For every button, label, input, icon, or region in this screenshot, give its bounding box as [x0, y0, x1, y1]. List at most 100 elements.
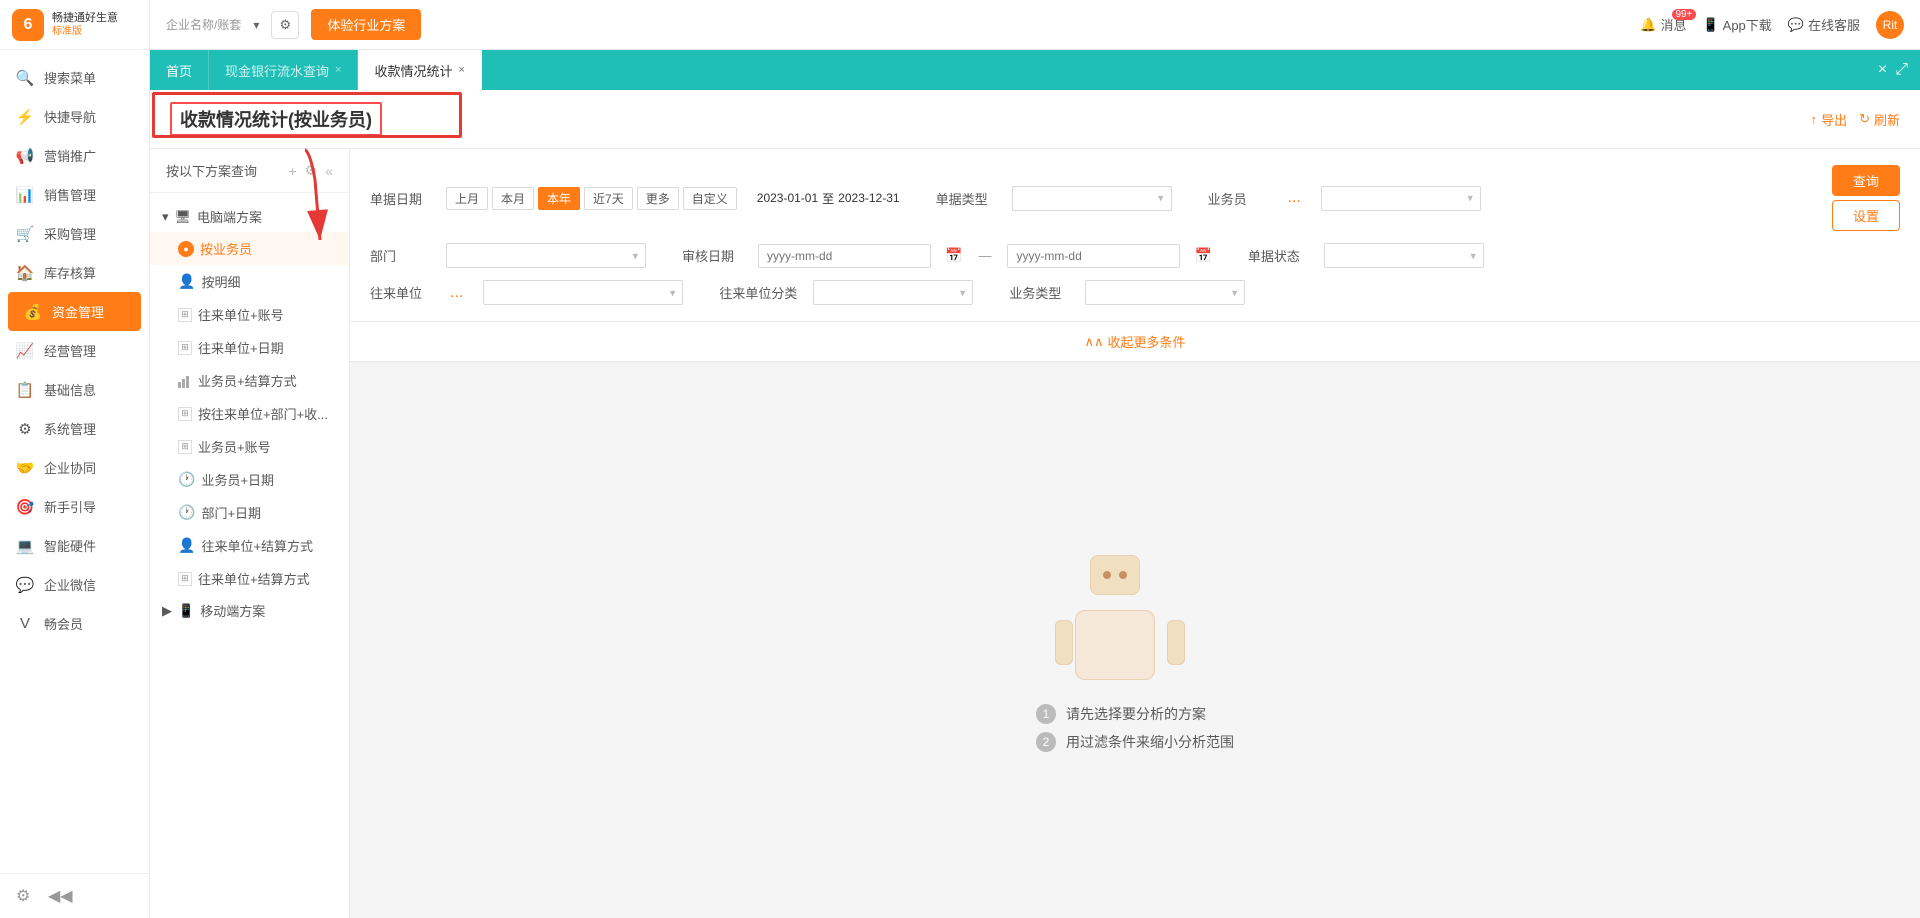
robot-arm-left [1055, 620, 1073, 665]
online-service-btn[interactable]: 💬 在线客服 [1788, 15, 1860, 34]
sidebar: 6 畅捷通好生意 标准版 🔍 搜索菜单 ⚡ 快捷导航 📢 营销推广 📊 销售管理… [0, 0, 150, 918]
refresh-btn[interactable]: ↻ 刷新 [1859, 110, 1900, 129]
tab-receipt-stats-close[interactable]: × [458, 64, 464, 76]
sidebar-item-label: 营销推广 [44, 146, 96, 165]
sidebar-item-basic-info[interactable]: 📋 基础信息 [0, 370, 149, 409]
audit-date-end-input[interactable] [1007, 244, 1180, 268]
voucher-type-select[interactable] [1012, 186, 1172, 211]
salesperson-select[interactable] [1321, 186, 1481, 211]
date-this-month-btn[interactable]: 本月 [492, 187, 534, 210]
sidebar-bottom: ⚙ ◀◀ [0, 873, 149, 918]
scheme-panel-title: 按以下方案查询 [166, 161, 280, 180]
salesperson-more-btn[interactable]: ... [1284, 189, 1305, 207]
filter-row-3: 往来单位 ... 往来单位分类 业务类型 [370, 280, 1900, 305]
sidebar-item-wechat[interactable]: 💬 企业微信 [0, 565, 149, 604]
tab-receipt-stats[interactable]: 收款情况统计 × [358, 50, 481, 90]
set-btn[interactable]: 设置 [1832, 200, 1900, 231]
sidebar-item-label: 新手引导 [44, 497, 96, 516]
dept-select[interactable] [446, 243, 646, 268]
add-scheme-btn[interactable]: + [288, 163, 296, 179]
scheme-item-detail[interactable]: 👤 按明细 [150, 265, 349, 298]
robot-arm-right [1167, 620, 1185, 665]
audit-date-start-input[interactable] [758, 244, 931, 268]
scheme-group-mobile-header[interactable]: ▶ 📱 移动端方案 [150, 595, 349, 626]
sidebar-item-hardware[interactable]: 💻 智能硬件 [0, 526, 149, 565]
scheme-item-label: 往来单位+结算方式 [198, 569, 310, 588]
sidebar-item-finance[interactable]: 💰 资金管理 [8, 292, 141, 331]
tab-bank-flow-close[interactable]: × [335, 64, 341, 76]
biz-type-select[interactable] [1085, 280, 1245, 305]
group-collapsed-icon: ▶ [162, 603, 172, 619]
mobile-icon: 📱 [178, 603, 194, 619]
scheme-item-unit-account[interactable]: ⊞ 往来单位+账号 [150, 298, 349, 331]
scheme-item-label: 按业务员 [200, 239, 252, 258]
export-btn[interactable]: ↑ 导出 [1811, 110, 1848, 129]
export-label: 导出 [1821, 110, 1847, 129]
sidebar-item-system[interactable]: ⚙ 系统管理 [0, 409, 149, 448]
empty-step-1: 1 请先选择要分析的方案 [1036, 704, 1234, 724]
scheme-item-salesperson-account[interactable]: ⊞ 业务员+账号 [150, 430, 349, 463]
scheme-item-label: 按明细 [201, 272, 240, 291]
restore-window-btn[interactable]: ⤢ [1895, 61, 1908, 79]
date-last-month-btn[interactable]: 上月 [446, 187, 488, 210]
voucher-status-select[interactable] [1324, 243, 1484, 268]
app-download-btn[interactable]: 📱 App下载 [1702, 15, 1771, 34]
scheme-item-unit-settlement-1[interactable]: 👤 往来单位+结算方式 [150, 529, 349, 562]
breadcrumb: 企业名称/账套 [166, 16, 241, 33]
date-this-year-btn[interactable]: 本年 [538, 187, 580, 210]
trial-btn[interactable]: 体验行业方案 [311, 9, 421, 40]
sidebar-item-sales[interactable]: 📊 销售管理 [0, 175, 149, 214]
sidebar-item-purchase[interactable]: 🛒 采购管理 [0, 214, 149, 253]
query-btn[interactable]: 查询 [1832, 165, 1900, 196]
refresh-label: 刷新 [1874, 110, 1900, 129]
table-icon-3: ⊞ [178, 407, 192, 421]
collapse-sidebar-icon[interactable]: ◀◀ [48, 886, 68, 906]
header-gear-btn[interactable]: ⚙ [271, 11, 299, 39]
empty-illustration [1055, 540, 1215, 680]
scheme-item-dept-date[interactable]: 🕐 部门+日期 [150, 496, 349, 529]
counterpart-select[interactable] [483, 280, 683, 305]
date-more-btn[interactable]: 更多 [637, 187, 679, 210]
tab-home[interactable]: 首页 [150, 50, 209, 90]
voucher-status-select-wrap [1324, 243, 1484, 268]
sidebar-item-collab[interactable]: 🤝 企业协同 [0, 448, 149, 487]
sidebar-item-label: 智能硬件 [44, 536, 96, 555]
scheme-item-salesperson-settlement[interactable]: 业务员+结算方式 [150, 364, 349, 397]
collapse-up-icon: ∧∧ [1084, 334, 1103, 350]
sidebar-item-operation[interactable]: 📈 经营管理 [0, 331, 149, 370]
scheme-item-by-salesperson[interactable]: ● 按业务员 [150, 232, 349, 265]
guide-icon: 🎯 [16, 498, 34, 516]
operation-icon: 📈 [16, 342, 34, 360]
notice-badge: 99+ [1672, 9, 1697, 20]
sidebar-item-guide[interactable]: 🎯 新手引导 [0, 487, 149, 526]
header-dropdown-icon[interactable]: ▾ [253, 18, 259, 32]
tab-bank-flow[interactable]: 现金银行流水查询 × [209, 50, 358, 90]
counterpart-more-btn[interactable]: ... [446, 284, 467, 302]
scheme-item-unit-settlement-2[interactable]: ⊞ 往来单位+结算方式 [150, 562, 349, 595]
sidebar-item-search[interactable]: 🔍 搜索菜单 [0, 58, 149, 97]
collapse-conditions-bar[interactable]: ∧∧ 收起更多条件 [350, 322, 1920, 362]
dept-select-wrap [446, 243, 646, 268]
sidebar-item-quick-nav[interactable]: ⚡ 快捷导航 [0, 97, 149, 136]
scheme-settings-btn[interactable]: ⚙ [305, 162, 318, 179]
scheme-group-pc-header[interactable]: ▾ 🖥 电脑端方案 [150, 201, 349, 232]
notice-btn[interactable]: 🔔 消息 99+ [1640, 15, 1686, 34]
sidebar-item-member[interactable]: V 畅会员 [0, 604, 149, 643]
scheme-group-pc: ▾ 🖥 电脑端方案 ● 按业务员 👤 按明细 [150, 201, 349, 595]
scheme-item-salesperson-date[interactable]: 🕐 业务员+日期 [150, 463, 349, 496]
settings-bottom-icon[interactable]: ⚙ [16, 886, 36, 906]
sidebar-item-marketing[interactable]: 📢 营销推广 [0, 136, 149, 175]
counterpart-category-select[interactable] [813, 280, 973, 305]
user-avatar[interactable]: Rit [1876, 11, 1904, 39]
page-actions: ↑ 导出 ↻ 刷新 [1811, 110, 1900, 129]
collapse-panel-btn[interactable]: « [325, 163, 333, 179]
scheme-item-label: 部门+日期 [201, 503, 261, 522]
close-all-tabs-btn[interactable]: × [1878, 61, 1887, 79]
system-icon: ⚙ [16, 420, 34, 438]
scheme-item-unit-date[interactable]: ⊞ 往来单位+日期 [150, 331, 349, 364]
basic-info-icon: 📋 [16, 381, 34, 399]
date-7days-btn[interactable]: 近7天 [584, 187, 633, 210]
scheme-item-unit-dept-receipt[interactable]: ⊞ 按往来单位+部门+收... [150, 397, 349, 430]
date-custom-btn[interactable]: 自定义 [683, 187, 737, 210]
sidebar-item-inventory[interactable]: 🏠 库存核算 [0, 253, 149, 292]
